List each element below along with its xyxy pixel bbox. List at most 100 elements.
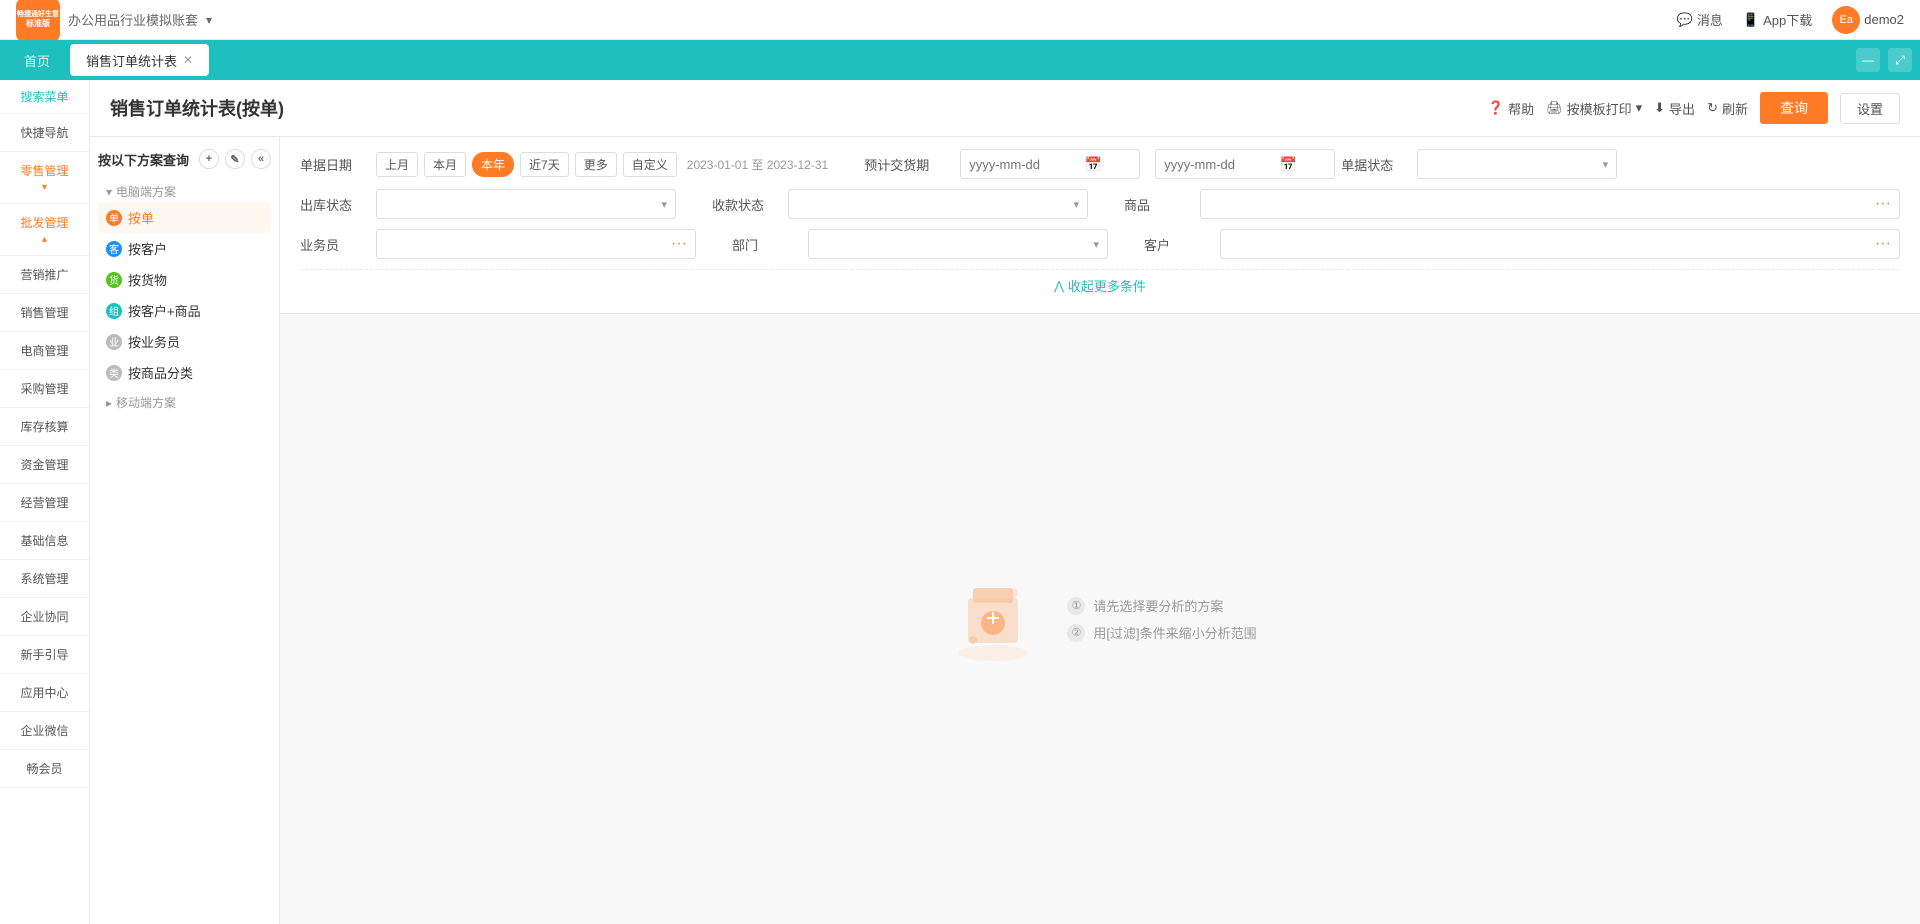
scheme-collapse-btn[interactable]: « — [251, 149, 271, 169]
sidebar-item-basic[interactable]: 基础信息 — [0, 522, 89, 560]
goods-select[interactable]: ··· — [1200, 189, 1900, 219]
search-menu-btn[interactable]: 搜索菜单 — [0, 80, 89, 114]
goods-dots-icon[interactable]: ··· — [1875, 195, 1891, 213]
sidebar-item-wechat[interactable]: 企业微信 — [0, 712, 89, 750]
scheme-item-by-goods[interactable]: 货 按货物 — [98, 264, 271, 295]
print-icon: 🖨 — [1546, 100, 1563, 116]
filter-main: 单据日期 上月 本月 本年 近7天 更多 自定义 2023-01-01 至 20… — [280, 137, 1920, 924]
date-btn-7days[interactable]: 近7天 — [520, 152, 569, 177]
sidebar-item-member[interactable]: 畅会员 — [0, 750, 89, 788]
topbar-dropdown-icon[interactable]: ▾ — [206, 13, 212, 27]
salesperson-dots-icon[interactable]: ··· — [671, 235, 687, 253]
template-print-btn[interactable]: 🖨 按模板打印 ▾ — [1546, 99, 1642, 118]
sidebar-item-quick-nav[interactable]: 快捷导航 — [0, 114, 89, 152]
scheme-panel-title: 按以下方案查询 — [98, 150, 189, 169]
status-label: 单据状态 — [1341, 155, 1401, 174]
calendar-from-icon[interactable]: 📅 — [1085, 156, 1102, 173]
topbar-right: 💬 消息 📱 App下载 Ea demo2 — [1677, 6, 1904, 34]
sidebar: 搜索菜单 快捷导航 零售管理 ▾ 批发管理 ▴ 营销推广 销售管理 电商管理 采… — [0, 80, 90, 924]
system-label: 系统管理 — [20, 570, 68, 587]
newbie-label: 新手引导 — [20, 646, 68, 663]
scheme-item-by-order[interactable]: 单 按单 — [98, 202, 271, 233]
purchase-label: 采购管理 — [20, 380, 68, 397]
scheme-edit-btn[interactable]: ✎ — [225, 149, 245, 169]
date-btn-last-month[interactable]: 上月 — [376, 152, 418, 177]
member-label: 畅会员 — [26, 760, 62, 777]
scheme-item-by-category[interactable]: 类 按商品分类 — [98, 357, 271, 388]
expected-date-from-input[interactable] — [960, 149, 1140, 179]
scheme-item-by-salesperson[interactable]: 业 按业务员 — [98, 326, 271, 357]
help-icon: ❓ — [1488, 100, 1504, 116]
status-select[interactable]: ▾ — [1417, 149, 1617, 179]
sidebar-item-wholesale[interactable]: 批发管理 ▴ — [0, 204, 89, 256]
sidebar-item-purchase[interactable]: 采购管理 — [0, 370, 89, 408]
refresh-label: 刷新 — [1722, 99, 1748, 118]
empty-tip-1: ① 请先选择要分析的方案 — [1067, 596, 1256, 615]
collection-status-select[interactable]: ▾ — [788, 189, 1088, 219]
app-download-btn[interactable]: 📱 App下载 — [1743, 10, 1812, 29]
expected-date-to-input[interactable] — [1155, 149, 1335, 179]
date-options-group: 上月 本月 本年 近7天 更多 自定义 2023-01-01 至 2023-12… — [376, 152, 828, 177]
settings-button[interactable]: 设置 — [1840, 93, 1900, 124]
out-status-select[interactable]: ▾ — [376, 189, 676, 219]
mobile-expand-icon: ▸ — [106, 396, 112, 410]
tab-expand-btn[interactable]: ⤢ — [1888, 48, 1912, 72]
scheme-icon-salesperson: 业 — [106, 334, 122, 350]
scheme-section-mobile[interactable]: ▸ 移动端方案 — [98, 388, 271, 413]
department-select[interactable]: ▾ — [808, 229, 1108, 259]
ecom-label: 电商管理 — [20, 342, 68, 359]
collapse-label: 收起更多条件 — [1068, 276, 1146, 295]
scheme-item-by-cust-goods[interactable]: 组 按客户+商品 — [98, 295, 271, 326]
salesperson-select[interactable]: ··· — [376, 229, 696, 259]
tab-minimize-btn[interactable]: — — [1856, 48, 1880, 72]
filter-row-person: 业务员 ··· 部门 ▾ 客户 ··· — [300, 229, 1900, 259]
collection-status-dropdown-icon: ▾ — [1073, 198, 1079, 211]
filter-row-date: 单据日期 上月 本月 本年 近7天 更多 自定义 2023-01-01 至 20… — [300, 149, 1900, 179]
department-label: 部门 — [732, 235, 792, 254]
sidebar-item-finance[interactable]: 资金管理 — [0, 446, 89, 484]
sidebar-item-ecom[interactable]: 电商管理 — [0, 332, 89, 370]
calendar-to-icon[interactable]: 📅 — [1280, 156, 1297, 173]
result-area: ① 请先选择要分析的方案 ② 用[过滤]条件来缩小分析范围 — [280, 314, 1920, 924]
refresh-btn[interactable]: ↻ 刷新 — [1707, 99, 1748, 118]
scheme-add-btn[interactable]: + — [199, 149, 219, 169]
wholesale-arrow-icon: ▴ — [42, 234, 47, 245]
scheme-section-mobile-label: 移动端方案 — [116, 394, 176, 411]
query-button[interactable]: 查询 — [1760, 92, 1828, 124]
out-status-dropdown-icon: ▾ — [661, 198, 667, 211]
sidebar-item-operations[interactable]: 经营管理 — [0, 484, 89, 522]
sidebar-item-marketing[interactable]: 营销推广 — [0, 256, 89, 294]
customer-dots-icon[interactable]: ··· — [1875, 235, 1891, 253]
sidebar-item-inventory[interactable]: 库存核算 — [0, 408, 89, 446]
tab-close-icon[interactable]: ✕ — [183, 53, 193, 67]
tab-home[interactable]: 首页 — [8, 44, 66, 76]
date-btn-this-year[interactable]: 本年 — [472, 152, 514, 177]
quick-nav-label: 快捷导航 — [20, 124, 68, 141]
page-header: 销售订单统计表(按单) ❓ 帮助 🖨 按模板打印 ▾ ⬇ 导出 ↻ 刷新 — [90, 80, 1920, 137]
tab-order-stat[interactable]: 销售订单统计表 ✕ — [70, 44, 209, 76]
retail-arrow-icon: ▾ — [42, 182, 47, 193]
export-btn[interactable]: ⬇ 导出 — [1654, 99, 1695, 118]
message-btn[interactable]: 💬 消息 — [1677, 10, 1723, 29]
collapse-btn[interactable]: ⋀ 收起更多条件 — [300, 269, 1900, 301]
sidebar-item-sales[interactable]: 销售管理 — [0, 294, 89, 332]
template-print-label: 按模板打印 — [1567, 99, 1632, 118]
sidebar-item-system[interactable]: 系统管理 — [0, 560, 89, 598]
customer-label: 客户 — [1144, 235, 1204, 254]
retail-label: 零售管理 — [20, 162, 68, 179]
sidebar-item-corp[interactable]: 企业协同 — [0, 598, 89, 636]
tabbar-actions: — ⤢ — [1856, 48, 1912, 72]
date-btn-more[interactable]: 更多 — [575, 152, 617, 177]
topbar-title: 办公用品行业模拟账套 — [68, 10, 198, 29]
date-btn-custom[interactable]: 自定义 — [623, 152, 677, 177]
scheme-icon-order: 单 — [106, 210, 122, 226]
sidebar-item-newbie[interactable]: 新手引导 — [0, 636, 89, 674]
date-btn-this-month[interactable]: 本月 — [424, 152, 466, 177]
customer-select[interactable]: ··· — [1220, 229, 1900, 259]
sidebar-item-retail[interactable]: 零售管理 ▾ — [0, 152, 89, 204]
user-menu[interactable]: Ea demo2 — [1832, 6, 1904, 34]
sidebar-item-apps[interactable]: 应用中心 — [0, 674, 89, 712]
logo-subtext: 标准版 — [26, 19, 50, 29]
scheme-item-by-customer[interactable]: 客 按客户 — [98, 233, 271, 264]
help-btn[interactable]: ❓ 帮助 — [1488, 99, 1534, 118]
